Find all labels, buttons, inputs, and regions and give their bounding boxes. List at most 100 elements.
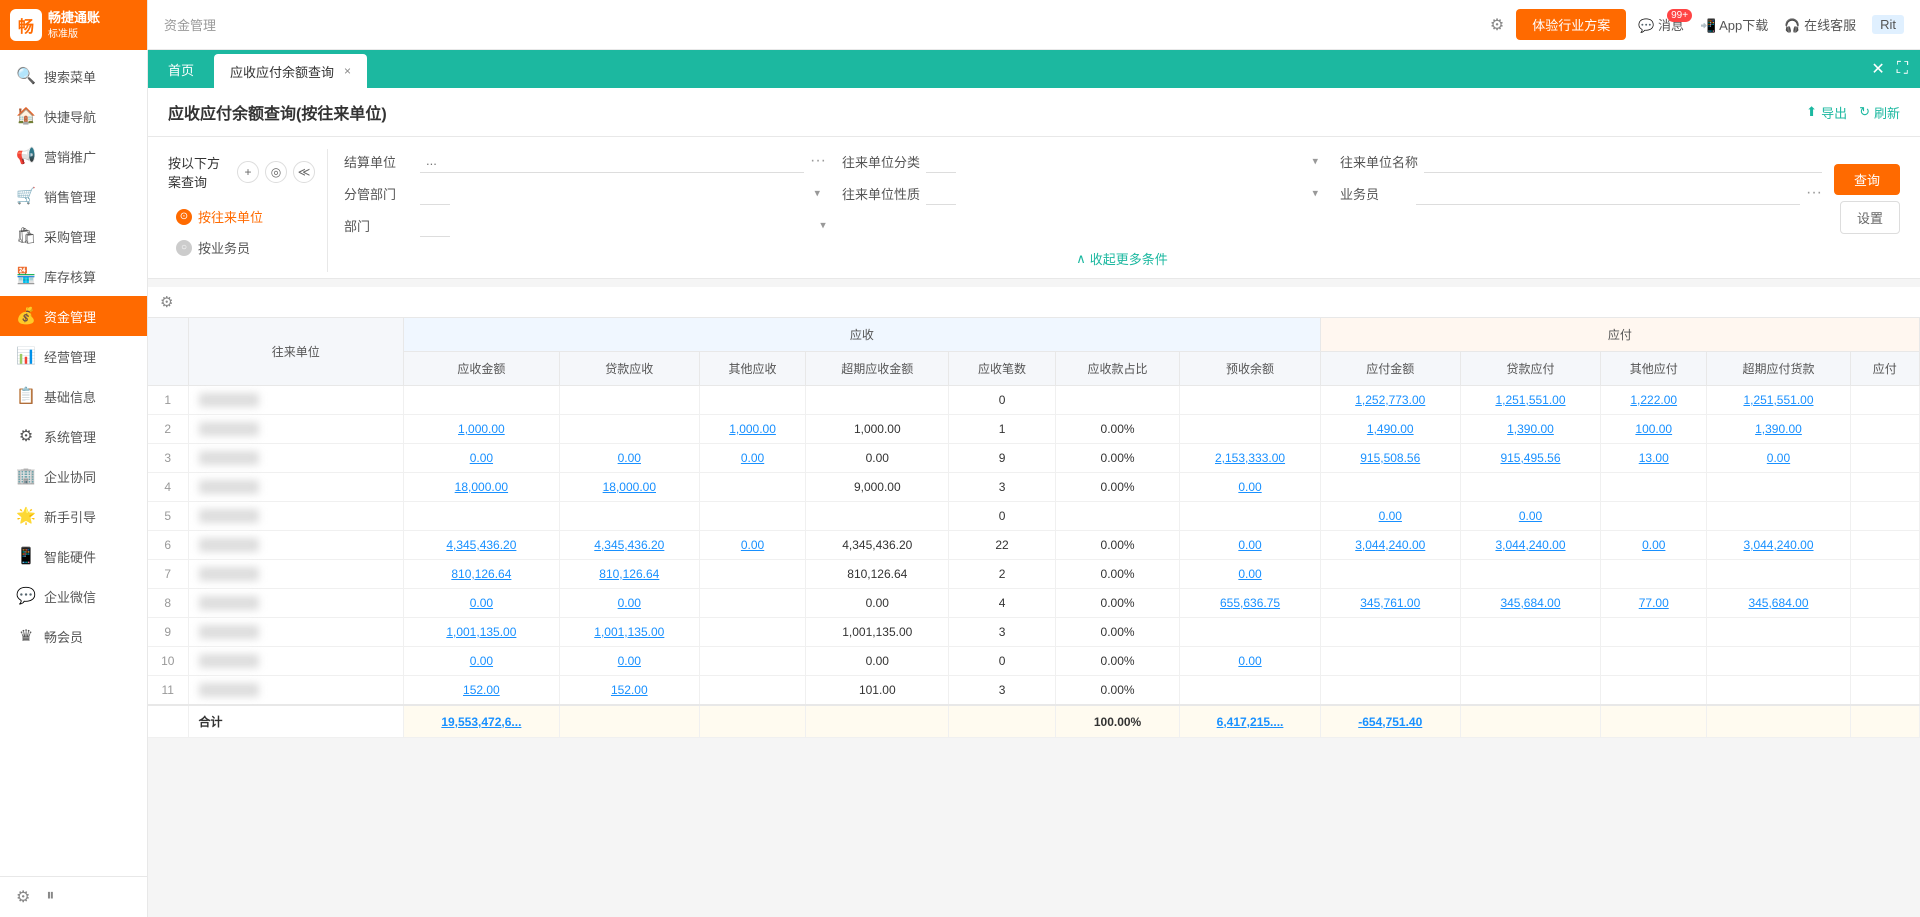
tab-close-icon[interactable]: × xyxy=(344,64,351,78)
table-cell[interactable]: 3,044,240.00 xyxy=(1707,531,1850,560)
table-cell[interactable]: 0.00 xyxy=(1180,473,1320,502)
query-button[interactable]: 查询 xyxy=(1834,164,1900,195)
table-cell[interactable]: 1,251,551.00 xyxy=(1460,386,1600,415)
table-cell[interactable]: 77.00 xyxy=(1601,589,1707,618)
sidebar-item-purchase[interactable]: 🛍 采购管理 xyxy=(0,216,147,256)
tab-receivable[interactable]: 应收应付余额查询 × xyxy=(214,54,367,88)
table-cell[interactable]: 0.00 xyxy=(699,531,805,560)
table-cell[interactable]: 3,044,240.00 xyxy=(1320,531,1460,560)
messages-wrap[interactable]: 💬 消息 99+ xyxy=(1638,15,1684,34)
tabbar-expand-icon[interactable]: ⛶ xyxy=(1897,60,1908,78)
table-cell[interactable]: 0.00 xyxy=(404,444,560,473)
partner-category-select[interactable] xyxy=(926,149,956,173)
table-cell[interactable]: 0.00 xyxy=(1601,531,1707,560)
table-cell[interactable]: 810,126.64 xyxy=(559,560,699,589)
sidebar-item-wechat[interactable]: 💬 企业微信 xyxy=(0,576,147,616)
table-cell[interactable]: 0.00 xyxy=(404,647,560,676)
table-cell[interactable]: 18,000.00 xyxy=(404,473,560,502)
filter-settings-icon[interactable]: ◎ xyxy=(265,161,287,183)
table-cell[interactable]: 1,251,551.00 xyxy=(1707,386,1850,415)
table-cell[interactable]: 810,126.64 xyxy=(404,560,560,589)
table-cell[interactable]: 0.00 xyxy=(1180,560,1320,589)
salesman-input[interactable] xyxy=(1416,181,1800,205)
pause-bottom-icon[interactable]: ⏸ xyxy=(46,887,54,907)
table-cell[interactable]: 0.00 xyxy=(1180,531,1320,560)
app-download[interactable]: 📲 App下载 xyxy=(1700,15,1768,34)
table-cell[interactable]: 0.00 xyxy=(1707,444,1850,473)
table-cell[interactable]: 345,684.00 xyxy=(1460,589,1600,618)
table-cell[interactable]: 1,001,135.00 xyxy=(559,618,699,647)
tabbar-close-icon[interactable]: ✕ xyxy=(1871,59,1884,79)
sidebar-item-hardware[interactable]: 📱 智能硬件 xyxy=(0,536,147,576)
table-cell[interactable]: 152.00 xyxy=(404,676,560,706)
table-cell[interactable]: 0.00 xyxy=(1180,647,1320,676)
table-cell[interactable]: 345,684.00 xyxy=(1707,589,1850,618)
partner-name-input[interactable] xyxy=(1424,149,1822,173)
table-cell[interactable]: 2,153,333.00 xyxy=(1180,444,1320,473)
sidebar-label-quick: 快捷导航 xyxy=(44,107,96,126)
table-cell[interactable]: 0.00 xyxy=(1320,502,1460,531)
table-cell[interactable]: 1,222.00 xyxy=(1601,386,1707,415)
table-gear-icon[interactable]: ⚙ xyxy=(160,293,173,311)
table-cell: 1 xyxy=(949,415,1055,444)
setting-button[interactable]: 设置 xyxy=(1840,201,1900,234)
table-cell[interactable]: 13.00 xyxy=(1601,444,1707,473)
sidebar-item-system[interactable]: ⚙ 系统管理 xyxy=(0,416,147,456)
sidebar-item-sales[interactable]: 🛒 销售管理 xyxy=(0,176,147,216)
table-cell[interactable]: 4,345,436.20 xyxy=(559,531,699,560)
filter-option-by-salesman[interactable]: ○ 按业务员 xyxy=(168,232,315,263)
table-cell[interactable]: 1,001,135.00 xyxy=(404,618,560,647)
table-cell[interactable]: 4,345,436.20 xyxy=(404,531,560,560)
table-cell[interactable]: 1,490.00 xyxy=(1320,415,1460,444)
filter-collapse-icon[interactable]: ≪ xyxy=(293,161,315,183)
industry-solution-button[interactable]: 体验行业方案 xyxy=(1516,9,1626,40)
sidebar-item-quick[interactable]: 🏠 快捷导航 xyxy=(0,96,147,136)
sidebar-item-inventory[interactable]: 🏪 库存核算 xyxy=(0,256,147,296)
sidebar-item-marketing[interactable]: 📢 营销推广 xyxy=(0,136,147,176)
settlement-input[interactable] xyxy=(420,149,804,173)
table-cell[interactable]: 1,000.00 xyxy=(404,415,560,444)
dept-select[interactable] xyxy=(420,213,450,237)
th-other-yingfu: 其他应付 xyxy=(1601,352,1707,386)
table-cell[interactable]: 0.00 xyxy=(559,444,699,473)
sidebar-item-corp[interactable]: 🏢 企业协同 xyxy=(0,456,147,496)
topbar-gear-icon[interactable]: ⚙ xyxy=(1490,15,1504,35)
online-service[interactable]: 🎧 在线客服 xyxy=(1784,15,1856,34)
partner-nature-select[interactable] xyxy=(926,181,956,205)
add-filter-button[interactable]: + xyxy=(237,161,259,183)
table-cell[interactable]: 0.00 xyxy=(404,589,560,618)
table-cell[interactable]: 1,000.00 xyxy=(699,415,805,444)
filter-option-by-partner[interactable]: ⊙ 按往来单位 xyxy=(168,201,315,232)
settlement-dots-icon[interactable]: ··· xyxy=(810,152,826,170)
refresh-button[interactable]: ↻ 刷新 xyxy=(1859,103,1900,122)
sidebar-item-operations[interactable]: 📊 经营管理 xyxy=(0,336,147,376)
sidebar-item-fund[interactable]: 💰 资金管理 xyxy=(0,296,147,336)
table-cell[interactable]: 915,495.56 xyxy=(1460,444,1600,473)
table-cell[interactable]: 1,252,773.00 xyxy=(1320,386,1460,415)
table-cell[interactable]: 1,390.00 xyxy=(1460,415,1600,444)
table-cell[interactable]: 100.00 xyxy=(1601,415,1707,444)
table-cell[interactable]: 0.00 xyxy=(559,647,699,676)
sidebar-item-guide[interactable]: 🌟 新手引导 xyxy=(0,496,147,536)
table-cell[interactable]: 152.00 xyxy=(559,676,699,706)
table-cell[interactable]: 915,508.56 xyxy=(1320,444,1460,473)
table-cell[interactable]: 0.00 xyxy=(1460,502,1600,531)
tab-home[interactable]: 首页 xyxy=(148,50,214,88)
settings-bottom-icon[interactable]: ⚙ xyxy=(16,887,30,907)
sidebar-item-member[interactable]: ♛ 畅会员 xyxy=(0,616,147,656)
sidebar-item-base[interactable]: 📋 基础信息 xyxy=(0,376,147,416)
table-cell[interactable]: 18,000.00 xyxy=(559,473,699,502)
table-cell[interactable]: 3,044,240.00 xyxy=(1460,531,1600,560)
sidebar-item-search[interactable]: 🔍 搜索菜单 xyxy=(0,56,147,96)
table-cell[interactable]: 1,390.00 xyxy=(1707,415,1850,444)
table-cell[interactable]: 0.00 xyxy=(559,589,699,618)
row-number-cell: 2 xyxy=(148,415,188,444)
collapse-button[interactable]: ∧ 收起更多条件 xyxy=(344,245,1900,272)
table-cell[interactable]: 0.00 xyxy=(699,444,805,473)
table-cell[interactable]: 345,761.00 xyxy=(1320,589,1460,618)
salesman-dots-icon[interactable]: ··· xyxy=(1806,184,1822,202)
dept-manager-select[interactable] xyxy=(420,181,450,205)
user-name[interactable]: Rit xyxy=(1872,15,1904,34)
table-cell[interactable]: 655,636.75 xyxy=(1180,589,1320,618)
export-button[interactable]: ⬆ 导出 xyxy=(1806,103,1847,122)
